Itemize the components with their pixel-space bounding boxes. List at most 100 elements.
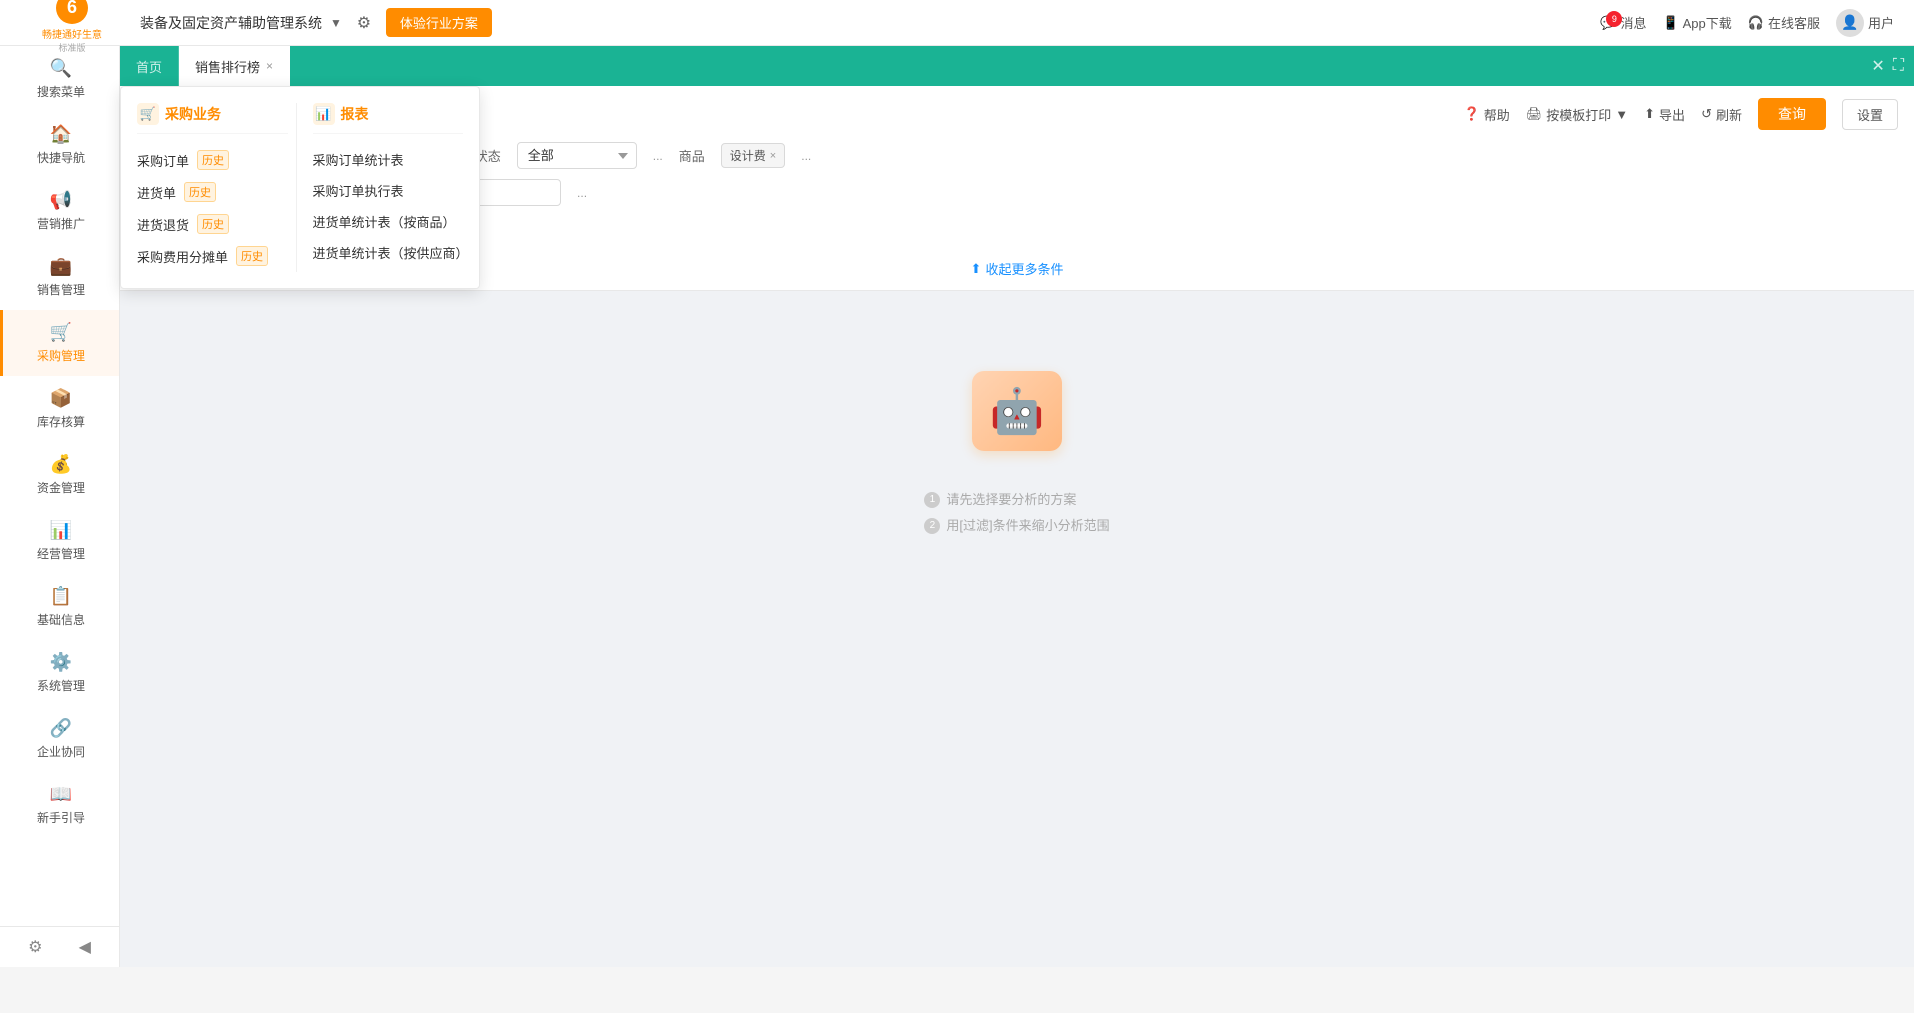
marketing-icon: 📢 [50, 190, 72, 211]
collapse-btn[interactable]: ⬆ 收起更多条件 [971, 259, 1064, 278]
purchase-inbound-label: 进货单 [137, 183, 176, 202]
report-col-title-text: 报表 [341, 104, 369, 124]
robot-illustration: 🤖 [972, 371, 1062, 451]
message-btn[interactable]: 💬 9 消息 [1600, 13, 1646, 32]
purchase-expense-label: 采购费用分摊单 [137, 247, 228, 266]
logo-area: 6 畅捷通好生意 标准版 [12, 0, 132, 54]
sidebar-item-label: 系统管理 [37, 677, 85, 694]
help-label: 帮助 [1484, 105, 1510, 124]
tab-close-btn[interactable]: × [266, 60, 273, 72]
export-label: 导出 [1659, 105, 1685, 124]
salesman-more[interactable]: ... [577, 186, 587, 200]
dropdown-item-purchase-order-exec[interactable]: 采购订单执行表 [313, 175, 464, 206]
purchase-order-stats-label: 采购订单统计表 [313, 150, 404, 169]
hint-num-2: 2 [924, 518, 940, 534]
sidebar-item-purchase[interactable]: 🛒 采购管理 [0, 310, 119, 376]
inbound-stats-goods-label: 进货单统计表（按商品） [313, 212, 456, 231]
sidebar: 🔍 搜索菜单 🏠 快捷导航 📢 营销推广 💼 销售管理 🛒 采购管理 📦 库存核… [0, 46, 120, 967]
sidebar-item-label: 企业协同 [37, 743, 85, 760]
purchase-inbound-history-tag: 历史 [184, 182, 216, 202]
purchase-expense-history-tag: 历史 [236, 246, 268, 266]
sidebar-item-sales[interactable]: 💼 销售管理 [0, 244, 119, 310]
dropdown-menu: 🛒 采购业务 采购订单 历史 进货单 历史 进货退货 历史 采购费用分摊单 历史… [120, 86, 480, 289]
business-icon: 📊 [50, 520, 72, 541]
dropdown-item-inbound-stats-goods[interactable]: 进货单统计表（按商品） [313, 206, 464, 237]
tab-close-icon-btn[interactable]: ✕ [1871, 56, 1884, 76]
print-template-btn[interactable]: 🖨 按模板打印 ▼ [1526, 105, 1628, 124]
print-label: 按模板打印 [1546, 105, 1611, 124]
sidebar-item-guide[interactable]: 📖 新手引导 [0, 772, 119, 838]
system-dropdown-btn[interactable]: ▼ [330, 16, 342, 30]
phone-icon: 📱 [1662, 15, 1678, 31]
purchase-order-exec-label: 采购订单执行表 [313, 181, 404, 200]
sidebar-item-quick-nav[interactable]: 🏠 快捷导航 [0, 112, 119, 178]
tab-bar-right: ✕ ⛶ [1861, 46, 1914, 86]
message-label: 消息 [1620, 13, 1646, 32]
goods-more[interactable]: ... [801, 149, 811, 163]
empty-state: 🤖 1 请先选择要分析的方案 2 用[过滤]条件来缩小分析范围 [120, 291, 1914, 619]
report-col-icon: 📊 [313, 103, 335, 125]
tab-home-label: 首页 [136, 57, 162, 76]
dropdown-purchase-title: 🛒 采购业务 [137, 103, 288, 134]
dropdown-item-purchase-order[interactable]: 采购订单 历史 [137, 144, 288, 176]
sidebar-item-system[interactable]: ⚙️ 系统管理 [0, 640, 119, 706]
sidebar-item-label: 销售管理 [37, 281, 85, 298]
dropdown-report-col: 📊 报表 采购订单统计表 采购订单执行表 进货单统计表（按商品） 进货单统计表（… [296, 103, 464, 272]
sidebar-item-label: 经营管理 [37, 545, 85, 562]
logo-badge: 标准版 [58, 41, 85, 54]
sidebar-item-marketing[interactable]: 📢 营销推广 [0, 178, 119, 244]
tab-sales-ranking-label: 销售排行榜 [195, 57, 260, 76]
header-settings-btn[interactable]: ⚙ [350, 9, 378, 37]
dropdown-report-title: 📊 报表 [313, 103, 464, 134]
goods-tag-close[interactable]: × [770, 150, 776, 162]
query-btn[interactable]: 查询 [1758, 98, 1826, 130]
sidebar-item-label: 新手引导 [37, 809, 85, 826]
goods-label: 商品 [679, 146, 705, 165]
sidebar-item-business[interactable]: 📊 经营管理 [0, 508, 119, 574]
sales-icon: 💼 [50, 256, 72, 277]
tab-sales-ranking[interactable]: 销售排行榜 × [179, 46, 290, 86]
refresh-label: 刷新 [1716, 105, 1742, 124]
industry-btn[interactable]: 体验行业方案 [386, 8, 492, 37]
empty-hint-1-text: 请先选择要分析的方案 [946, 487, 1076, 513]
app-download-btn[interactable]: 📱 App下载 [1662, 13, 1731, 32]
finance-icon: 💰 [50, 454, 72, 475]
empty-hint-2-text: 用[过滤]条件来缩小分析范围 [946, 513, 1109, 539]
sidebar-settings-btn[interactable]: ⚙ [28, 937, 42, 957]
empty-illustration: 🤖 [957, 371, 1077, 471]
help-btn[interactable]: ❓ 帮助 [1464, 105, 1510, 124]
export-btn[interactable]: ⬆ 导出 [1644, 105, 1685, 124]
purchase-return-history-tag: 历史 [197, 214, 229, 234]
refresh-btn[interactable]: ↺ 刷新 [1701, 105, 1742, 124]
export-icon: ⬆ [1644, 106, 1655, 122]
voucher-status-more[interactable]: ... [653, 149, 663, 163]
dropdown-item-purchase-expense[interactable]: 采购费用分摊单 历史 [137, 240, 288, 272]
purchase-order-label: 采购订单 [137, 151, 189, 170]
sidebar-item-inventory[interactable]: 📦 库存核算 [0, 376, 119, 442]
guide-icon: 📖 [50, 784, 72, 805]
dropdown-item-inbound-stats-supplier[interactable]: 进货单统计表（按供应商） [313, 237, 464, 268]
dropdown-item-purchase-order-stats[interactable]: 采购订单统计表 [313, 144, 464, 175]
purchase-return-label: 进货退货 [137, 215, 189, 234]
sidebar-item-finance[interactable]: 💰 资金管理 [0, 442, 119, 508]
user-btn[interactable]: 👤 用户 [1836, 9, 1894, 37]
sidebar-item-enterprise[interactable]: 🔗 企业协同 [0, 706, 119, 772]
empty-hint-1: 1 请先选择要分析的方案 [924, 487, 1109, 513]
search-icon: 🔍 [50, 58, 72, 79]
purchase-order-history-tag: 历史 [197, 150, 229, 170]
dropdown-item-purchase-return[interactable]: 进货退货 历史 [137, 208, 288, 240]
sidebar-item-label: 搜索菜单 [37, 83, 85, 100]
purchase-icon: 🛒 [50, 322, 72, 343]
online-service-btn[interactable]: 🎧 在线客服 [1748, 13, 1820, 32]
sidebar-bottom: ⚙ ◀ [0, 926, 119, 967]
system-title: 装备及固定资产辅助管理系统 [140, 13, 322, 33]
hint-num-1: 1 [924, 492, 940, 508]
tab-fullscreen-btn[interactable]: ⛶ [1893, 57, 1904, 75]
logo-text: 畅捷通好生意 [42, 26, 102, 41]
sidebar-item-base-info[interactable]: 📋 基础信息 [0, 574, 119, 640]
settings-btn[interactable]: 设置 [1842, 99, 1898, 130]
voucher-status-select[interactable]: 全部 已审核 未审核 [517, 142, 637, 169]
sidebar-item-search[interactable]: 🔍 搜索菜单 [0, 46, 119, 112]
sidebar-collapse-btn[interactable]: ◀ [79, 937, 91, 957]
dropdown-item-purchase-inbound[interactable]: 进货单 历史 [137, 176, 288, 208]
